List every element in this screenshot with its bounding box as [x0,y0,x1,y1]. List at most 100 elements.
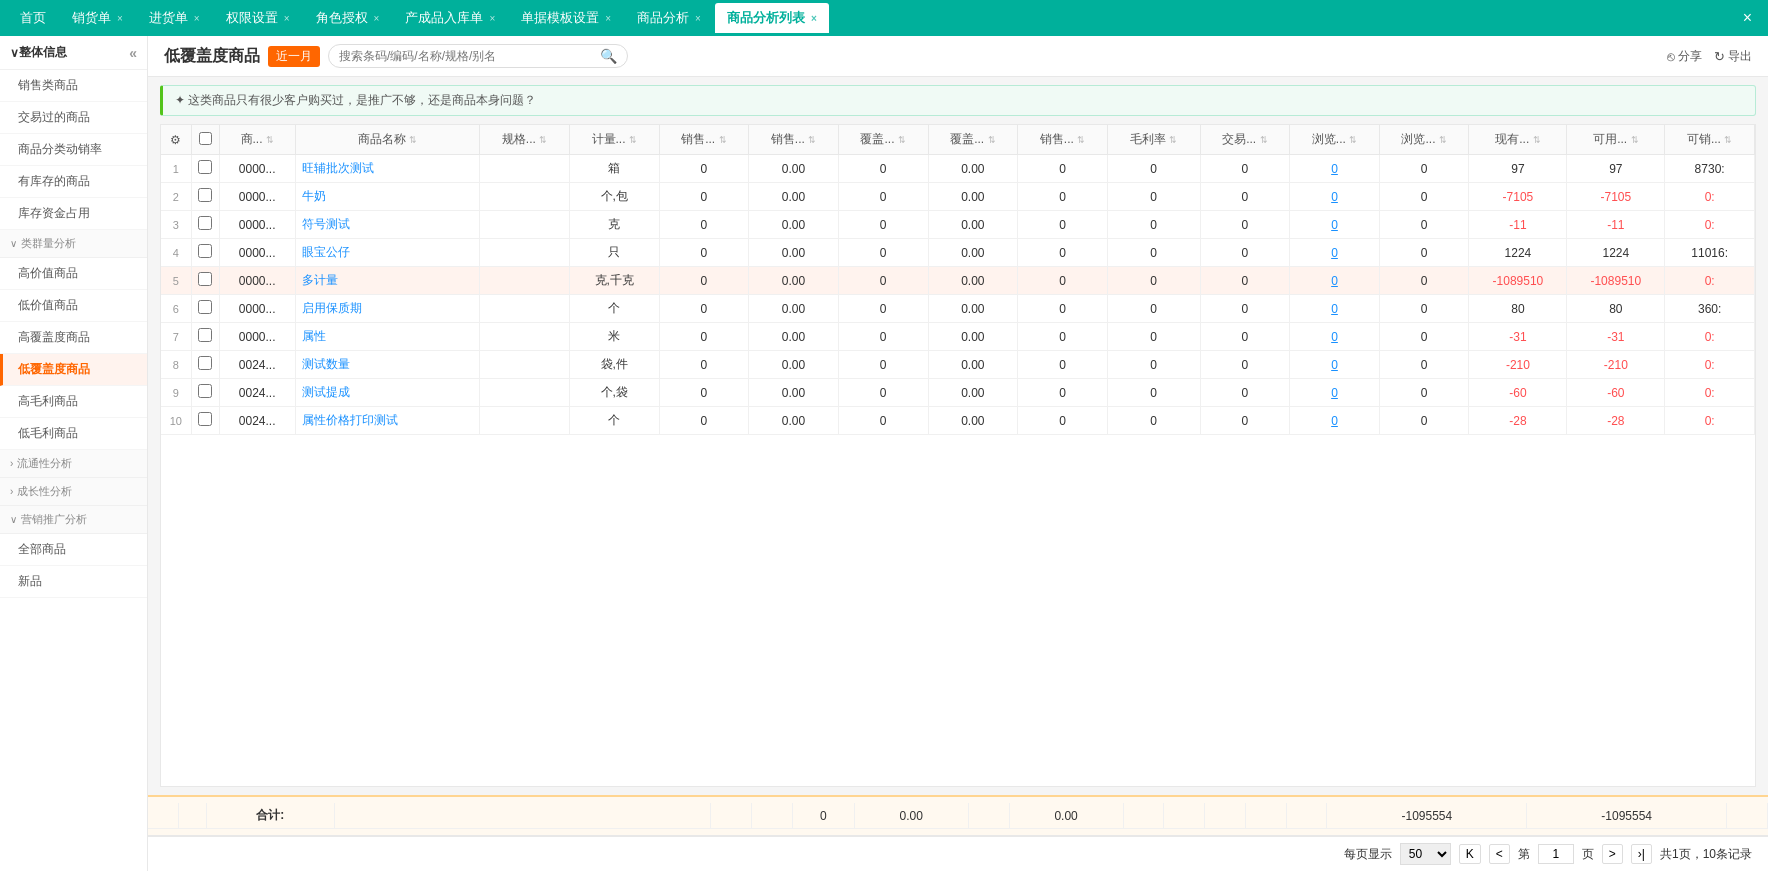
sidebar-item-high-value[interactable]: 高价值商品 [0,258,147,290]
col-trade[interactable]: 交易... ⇅ [1200,125,1290,155]
row-browse1[interactable]: 0 [1290,379,1380,407]
row-browse1[interactable]: 0 [1290,295,1380,323]
sidebar-item-traded-products[interactable]: 交易过的商品 [0,102,147,134]
row-checkbox-cell[interactable] [191,183,219,211]
row-checkbox-cell[interactable] [191,323,219,351]
search-icon[interactable]: 🔍 [600,48,617,64]
row-browse1[interactable]: 0 [1290,351,1380,379]
close-icon[interactable]: × [374,13,380,24]
row-checkbox[interactable] [198,244,212,258]
row-checkbox[interactable] [198,216,212,230]
col-code[interactable]: 商... ⇅ [219,125,295,155]
col-sales3[interactable]: 销售... ⇅ [1018,125,1108,155]
row-checkbox[interactable] [198,300,212,314]
row-checkbox-cell[interactable] [191,267,219,295]
sidebar-item-sales-products[interactable]: 销售类商品 [0,70,147,102]
sidebar-item-low-margin[interactable]: 低毛利商品 [0,418,147,450]
row-checkbox-cell[interactable] [191,211,219,239]
row-browse1[interactable]: 0 [1290,211,1380,239]
row-name[interactable]: 属性 [295,323,479,351]
row-browse1[interactable]: 0 [1290,323,1380,351]
sidebar-group-growth[interactable]: › 成长性分析 [0,478,147,506]
row-browse1[interactable]: 0 [1290,183,1380,211]
close-icon[interactable]: × [489,13,495,24]
page-size-select[interactable]: 50 100 200 [1400,843,1451,865]
row-checkbox-cell[interactable] [191,295,219,323]
sidebar-item-high-coverage[interactable]: 高覆盖度商品 [0,322,147,354]
close-icon[interactable]: × [605,13,611,24]
col-sales-amount[interactable]: 销售... ⇅ [749,125,839,155]
row-checkbox[interactable] [198,188,212,202]
close-icon[interactable]: × [811,13,817,24]
col-browse2[interactable]: 浏览... ⇅ [1379,125,1469,155]
sidebar-item-low-coverage[interactable]: 低覆盖度商品 [0,354,147,386]
row-checkbox[interactable] [198,328,212,342]
row-browse1[interactable]: 0 [1290,407,1380,435]
row-browse1[interactable]: 0 [1290,267,1380,295]
col-settings[interactable]: ⚙ [161,125,191,155]
nav-tab-template[interactable]: 单据模板设置 × [509,3,623,33]
select-all-checkbox[interactable] [199,132,212,145]
sidebar-item-all-products[interactable]: 全部商品 [0,534,147,566]
row-checkbox-cell[interactable] [191,379,219,407]
sidebar-item-low-value[interactable]: 低价值商品 [0,290,147,322]
nav-tab-sales[interactable]: 销货单 × [60,3,135,33]
export-button[interactable]: ↻ 导出 [1714,48,1752,65]
sidebar-item-stock-capital[interactable]: 库存资金占用 [0,198,147,230]
row-name[interactable]: 多计量 [295,267,479,295]
col-coverage1[interactable]: 覆盖... ⇅ [838,125,928,155]
next-page-button[interactable]: > [1602,844,1623,864]
sidebar-item-high-margin[interactable]: 高毛利商品 [0,386,147,418]
nav-tab-permissions[interactable]: 权限设置 × [214,3,302,33]
nav-tab-product-analysis-list[interactable]: 商品分析列表 × [715,3,829,33]
row-checkbox[interactable] [198,356,212,370]
first-page-button[interactable]: K [1459,844,1481,864]
row-name[interactable]: 测试数量 [295,351,479,379]
col-unit[interactable]: 计量... ⇅ [569,125,659,155]
row-name[interactable]: 属性价格打印测试 [295,407,479,435]
page-number-input[interactable] [1538,844,1574,864]
close-icon[interactable]: × [695,13,701,24]
col-current-stock[interactable]: 现有... ⇅ [1469,125,1567,155]
close-icon[interactable]: × [194,13,200,24]
col-gross-margin[interactable]: 毛利率 ⇅ [1107,125,1200,155]
sidebar-group-marketing[interactable]: ∨ 营销推广分析 [0,506,147,534]
close-all-tabs-button[interactable]: × [1735,9,1760,27]
col-coverage2[interactable]: 覆盖... ⇅ [928,125,1018,155]
col-sales-count[interactable]: 销售... ⇅ [659,125,749,155]
col-checkbox[interactable] [191,125,219,155]
row-checkbox[interactable] [198,160,212,174]
nav-tab-roles[interactable]: 角色授权 × [304,3,392,33]
row-checkbox-cell[interactable] [191,155,219,183]
sidebar-item-in-stock[interactable]: 有库存的商品 [0,166,147,198]
sidebar-item-category-rate[interactable]: 商品分类动销率 [0,134,147,166]
row-name[interactable]: 测试提成 [295,379,479,407]
row-checkbox[interactable] [198,272,212,286]
sidebar-collapse-button[interactable]: « [129,45,137,61]
sidebar-group-liquidity[interactable]: › 流通性分析 [0,450,147,478]
filter-recent-month-button[interactable]: 近一月 [268,46,320,67]
col-available[interactable]: 可用... ⇅ [1567,125,1665,155]
col-name[interactable]: 商品名称 ⇅ [295,125,479,155]
row-browse1[interactable]: 0 [1290,155,1380,183]
nav-tab-product-analysis[interactable]: 商品分析 × [625,3,713,33]
nav-tab-purchase[interactable]: 进货单 × [137,3,212,33]
row-name[interactable]: 牛奶 [295,183,479,211]
col-spec[interactable]: 规格... ⇅ [480,125,570,155]
row-checkbox-cell[interactable] [191,407,219,435]
nav-tab-home[interactable]: 首页 [8,3,58,33]
col-sellable[interactable]: 可销... ⇅ [1665,125,1755,155]
row-name[interactable]: 旺辅批次测试 [295,155,479,183]
sidebar-group-cluster-analysis[interactable]: ∨ 类群量分析 [0,230,147,258]
sidebar-section-overall[interactable]: ∨ 整体信息 « [0,36,147,70]
nav-tab-finished-goods[interactable]: 产成品入库单 × [393,3,507,33]
prev-page-button[interactable]: < [1489,844,1510,864]
row-name[interactable]: 眼宝公仔 [295,239,479,267]
row-checkbox-cell[interactable] [191,351,219,379]
row-checkbox[interactable] [198,412,212,426]
row-browse1[interactable]: 0 [1290,239,1380,267]
last-page-button[interactable]: ›| [1631,844,1652,864]
close-icon[interactable]: × [117,13,123,24]
sidebar-item-new-products[interactable]: 新品 [0,566,147,598]
row-checkbox[interactable] [198,384,212,398]
